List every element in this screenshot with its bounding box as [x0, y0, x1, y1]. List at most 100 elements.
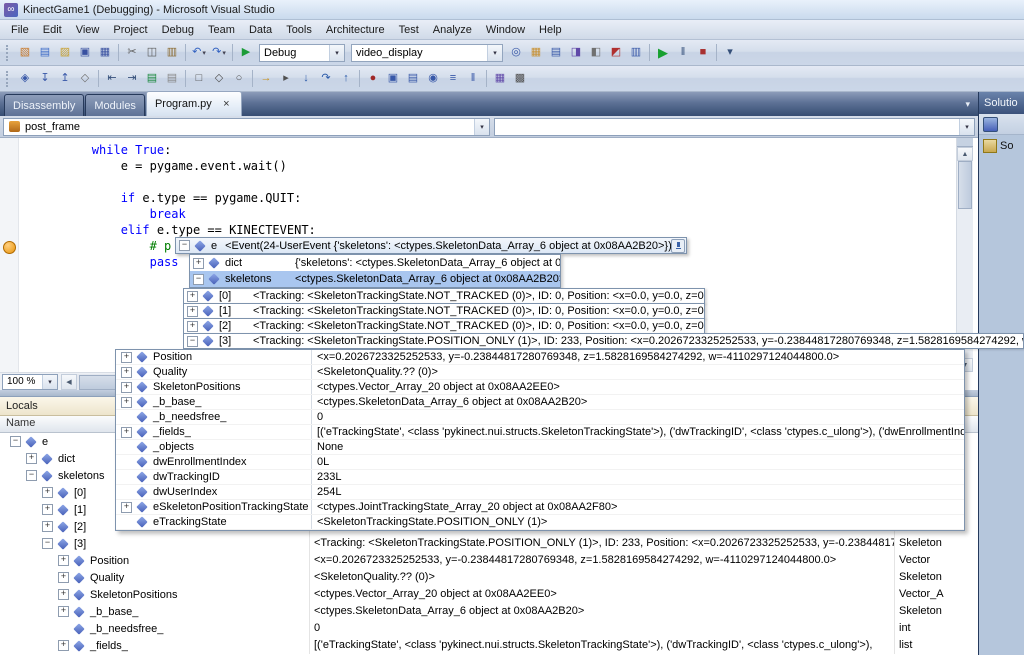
menu-test[interactable]: Test	[392, 20, 426, 40]
start-debugging[interactable]: ▶	[236, 43, 256, 63]
break-all[interactable]: ‖	[673, 43, 693, 63]
previous-bookmark[interactable]: ↥	[55, 69, 75, 89]
datatip-child-row[interactable]: _objectsNone	[116, 440, 964, 455]
expand-icon[interactable]: +	[121, 382, 132, 393]
expand-icon[interactable]: +	[58, 555, 69, 566]
datatip-child-row[interactable]: dwEnrollmentIndex0L	[116, 455, 964, 470]
expand-icon[interactable]: +	[42, 487, 53, 498]
run-to-cursor[interactable]: ▸	[276, 69, 296, 89]
menu-analyze[interactable]: Analyze	[426, 20, 479, 40]
menu-view[interactable]: View	[69, 20, 107, 40]
decrease-indent[interactable]: ⇤	[102, 69, 122, 89]
expand-icon[interactable]: +	[187, 321, 198, 332]
split-handle[interactable]	[957, 138, 973, 147]
menu-data[interactable]: Data	[242, 20, 279, 40]
collapse-icon[interactable]: −	[10, 436, 21, 447]
datatip-member-row[interactable]: +dict{'skeletons': <ctypes.SkeletonData_…	[190, 255, 560, 271]
datatip-child-row[interactable]: +Quality<SkeletonQuality.?? (0)>	[116, 365, 964, 380]
expand-icon[interactable]: +	[121, 502, 132, 513]
expand-icon[interactable]: +	[121, 367, 132, 378]
next-bookmark[interactable]: ↧	[35, 69, 55, 89]
expand-icon[interactable]: +	[121, 427, 132, 438]
close-icon[interactable]: ×	[220, 98, 233, 111]
datatip-array-row[interactable]: +[2]<Tracking: <SkeletonTrackingState.NO…	[183, 318, 705, 334]
datatip-array-row[interactable]: −[3]<Tracking: <SkeletonTrackingState.PO…	[183, 333, 1024, 349]
collapse-icon[interactable]: −	[187, 336, 198, 347]
collapse-icon[interactable]: −	[42, 538, 53, 549]
expand-icon[interactable]: +	[26, 453, 37, 464]
locals-row[interactable]: +_b_base_<ctypes.SkeletonData_Array_6 ob…	[0, 603, 978, 620]
chevron-down-icon[interactable]: ▾	[222, 49, 226, 57]
scroll-left-icon[interactable]: ◀	[61, 374, 77, 390]
expand-icon[interactable]: +	[58, 572, 69, 583]
solution-explorer-button[interactable]: ▦	[526, 43, 546, 63]
locals-window[interactable]: ▤	[403, 69, 423, 89]
redo[interactable]: ↷▾	[209, 43, 229, 63]
comment-selection[interactable]: ▤	[142, 69, 162, 89]
step-into[interactable]: ↓	[296, 69, 316, 89]
toolbar-options[interactable]: ▾	[720, 43, 740, 63]
datatip-root-row[interactable]: − e <Event(24-UserEvent {'skeletons': <c…	[175, 237, 687, 254]
breakpoints-window[interactable]: ●	[363, 69, 383, 89]
member-dropdown[interactable]: ▾	[494, 118, 975, 136]
collapse-icon[interactable]: −	[179, 240, 190, 251]
chevron-down-icon[interactable]: ▾	[487, 45, 502, 61]
breakpoint-indicator[interactable]	[3, 241, 16, 254]
cut[interactable]: ✂	[122, 43, 142, 63]
expand-icon[interactable]: +	[187, 291, 198, 302]
open-file[interactable]: ▨	[55, 43, 75, 63]
add-item[interactable]: ▤	[35, 43, 55, 63]
collapse-icon[interactable]: −	[193, 274, 204, 285]
uncomment-selection[interactable]: ▤	[162, 69, 182, 89]
chevron-down-icon[interactable]: ▾	[42, 375, 57, 389]
watch-window[interactable]: ◉	[423, 69, 443, 89]
datatip-child-row[interactable]: +SkeletonPositions<ctypes.Vector_Array_2…	[116, 380, 964, 395]
locals-row[interactable]: +SkeletonPositions<ctypes.Vector_Array_2…	[0, 586, 978, 603]
expand-icon[interactable]: +	[42, 521, 53, 532]
menu-edit[interactable]: Edit	[36, 20, 69, 40]
clear-bookmarks[interactable]: ◇	[75, 69, 95, 89]
menu-debug[interactable]: Debug	[155, 20, 201, 40]
toggle-bookmark[interactable]: ◈	[15, 69, 35, 89]
object-browser-button[interactable]: ◨	[566, 43, 586, 63]
datatip-child-row[interactable]: +eSkeletonPositionTrackingState<ctypes.J…	[116, 500, 964, 515]
locals-row[interactable]: +Position<x=0.2026723325252533, y=-0.238…	[0, 552, 978, 569]
scroll-up-icon[interactable]: ▲	[957, 147, 973, 161]
diamond-tool[interactable]: ◇	[209, 69, 229, 89]
stop-debugging[interactable]: ■	[693, 43, 713, 63]
datatip-array-row[interactable]: +[0]<Tracking: <SkeletonTrackingState.NO…	[183, 288, 705, 304]
chevron-down-icon[interactable]: ▾	[474, 119, 489, 135]
editor-margin[interactable]	[0, 138, 19, 372]
increase-indent[interactable]: ⇥	[122, 69, 142, 89]
locals-row[interactable]: _b_needsfree_0int	[0, 620, 978, 637]
menu-window[interactable]: Window	[479, 20, 532, 40]
step-over[interactable]: ↷	[316, 69, 336, 89]
tab-modules[interactable]: Modules	[85, 94, 145, 116]
expand-icon[interactable]: +	[58, 640, 69, 651]
expand-icon[interactable]: +	[187, 306, 198, 317]
solution-explorer-header[interactable]: Solutio	[979, 92, 1024, 114]
immediate-window[interactable]: ▣	[383, 69, 403, 89]
expand-icon[interactable]: +	[121, 397, 132, 408]
datatip-child-row[interactable]: _b_needsfree_0	[116, 410, 964, 425]
menu-tools[interactable]: Tools	[279, 20, 319, 40]
display-combo[interactable]: video_display▾	[351, 44, 503, 62]
toolbox-button[interactable]: ◧	[586, 43, 606, 63]
datatip-child-row[interactable]: eTrackingState<SkeletonTrackingState.POS…	[116, 515, 964, 530]
expand-icon[interactable]: +	[42, 504, 53, 515]
error-list-button[interactable]: ◩	[606, 43, 626, 63]
copy[interactable]: ◫	[142, 43, 162, 63]
step-out[interactable]: ↑	[336, 69, 356, 89]
datatip-array-row[interactable]: +[1]<Tracking: <SkeletonTrackingState.NO…	[183, 303, 705, 319]
datatip-child-row[interactable]: +Position<x=0.2026723325252533, y=-0.238…	[116, 350, 964, 365]
menu-help[interactable]: Help	[532, 20, 569, 40]
datatip-member-row[interactable]: −skeletons<ctypes.SkeletonData_Array_6 o…	[190, 271, 560, 287]
threads-window[interactable]: ‖	[463, 69, 483, 89]
new-project[interactable]: ▧	[15, 43, 35, 63]
locals-row[interactable]: +_fields_[('eTrackingState', <class 'pyk…	[0, 637, 978, 654]
output-window-button[interactable]: ▥	[626, 43, 646, 63]
menu-architecture[interactable]: Architecture	[319, 20, 392, 40]
expand-icon[interactable]: +	[58, 606, 69, 617]
locals-row[interactable]: −[3]<Tracking: <SkeletonTrackingState.PO…	[0, 535, 978, 552]
zoom-selector[interactable]: 100 % ▾	[2, 374, 58, 390]
